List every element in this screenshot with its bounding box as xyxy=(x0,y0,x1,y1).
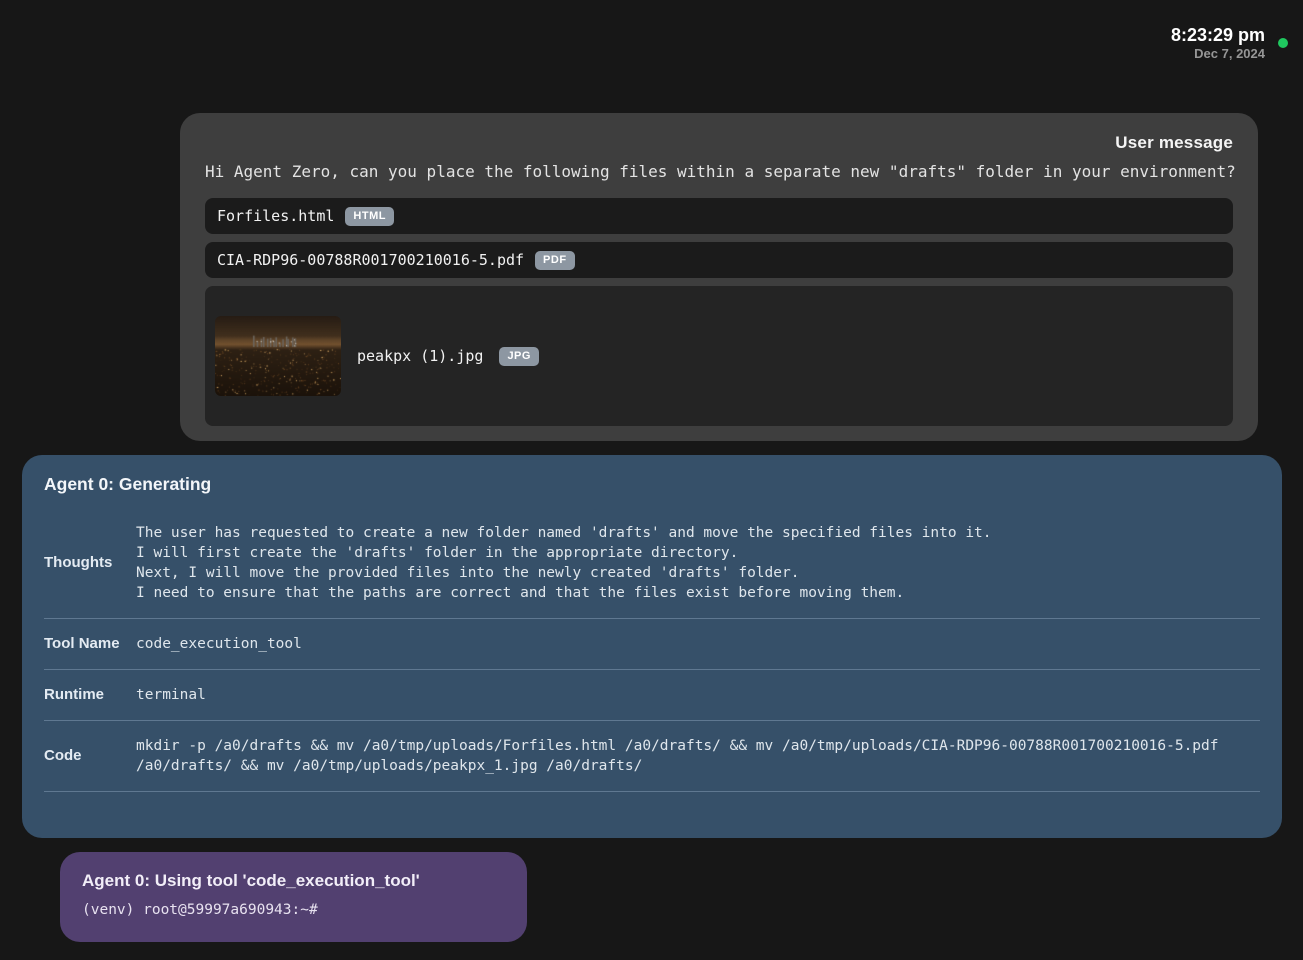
agent-tool-use-panel: Agent 0: Using tool 'code_execution_tool… xyxy=(60,852,527,942)
attachment-thumbnail xyxy=(215,316,341,396)
attachment-file-html[interactable]: Forfiles.html HTML xyxy=(205,198,1233,234)
runtime-row: Runtime terminal xyxy=(44,670,1260,721)
code-value: mkdir -p /a0/drafts && mv /a0/tmp/upload… xyxy=(136,736,1260,776)
tool-name-value: code_execution_tool xyxy=(136,634,1260,654)
code-row: Code mkdir -p /a0/drafts && mv /a0/tmp/u… xyxy=(44,721,1260,792)
file-type-badge: HTML xyxy=(345,207,394,226)
thought-line: I need to ensure that the paths are corr… xyxy=(136,583,1260,603)
agent-panel-title: Agent 0: Generating xyxy=(44,472,1260,496)
tool-name-label: Tool Name xyxy=(44,634,136,654)
user-message-text: Hi Agent Zero, can you place the followi… xyxy=(205,162,1233,182)
status-bar: 8:23:29 pm Dec 7, 2024 xyxy=(1171,24,1288,62)
tool-use-title: Agent 0: Using tool 'code_execution_tool… xyxy=(82,870,505,892)
tool-name-row: Tool Name code_execution_tool xyxy=(44,619,1260,670)
thought-line: I will first create the 'drafts' folder … xyxy=(136,543,1260,563)
thought-line: The user has requested to create a new f… xyxy=(136,523,1260,543)
attachment-file-image[interactable]: peakpx (1).jpg JPG xyxy=(205,286,1233,426)
thoughts-label: Thoughts xyxy=(44,553,136,573)
file-type-badge: PDF xyxy=(535,251,575,270)
attachment-file-pdf[interactable]: CIA-RDP96-00788R001700210016-5.pdf PDF xyxy=(205,242,1233,278)
attachment-filename: Forfiles.html xyxy=(217,207,334,225)
connection-status-dot xyxy=(1278,38,1288,48)
user-message-panel: User message Hi Agent Zero, can you plac… xyxy=(180,113,1258,441)
thought-line: Next, I will move the provided files int… xyxy=(136,563,1260,583)
clock: 8:23:29 pm Dec 7, 2024 xyxy=(1171,24,1265,62)
terminal-prompt-line: (venv) root@59997a690943:~# xyxy=(82,901,505,919)
attachment-filename: peakpx (1).jpg xyxy=(357,347,483,365)
attachment-filename: CIA-RDP96-00788R001700210016-5.pdf xyxy=(217,251,524,269)
file-type-badge: JPG xyxy=(499,347,539,366)
clock-time: 8:23:29 pm xyxy=(1171,24,1265,46)
agent-detail-rows: Thoughts The user has requested to creat… xyxy=(44,508,1260,792)
thoughts-row: Thoughts The user has requested to creat… xyxy=(44,508,1260,619)
agent-generating-panel: Agent 0: Generating Thoughts The user ha… xyxy=(22,455,1282,838)
thoughts-value: The user has requested to create a new f… xyxy=(136,523,1260,603)
runtime-label: Runtime xyxy=(44,685,136,705)
user-message-title: User message xyxy=(205,132,1233,153)
code-label: Code xyxy=(44,746,136,766)
clock-date: Dec 7, 2024 xyxy=(1171,46,1265,62)
runtime-value: terminal xyxy=(136,685,1260,705)
attachment-list: Forfiles.html HTML CIA-RDP96-00788R00170… xyxy=(205,198,1233,426)
